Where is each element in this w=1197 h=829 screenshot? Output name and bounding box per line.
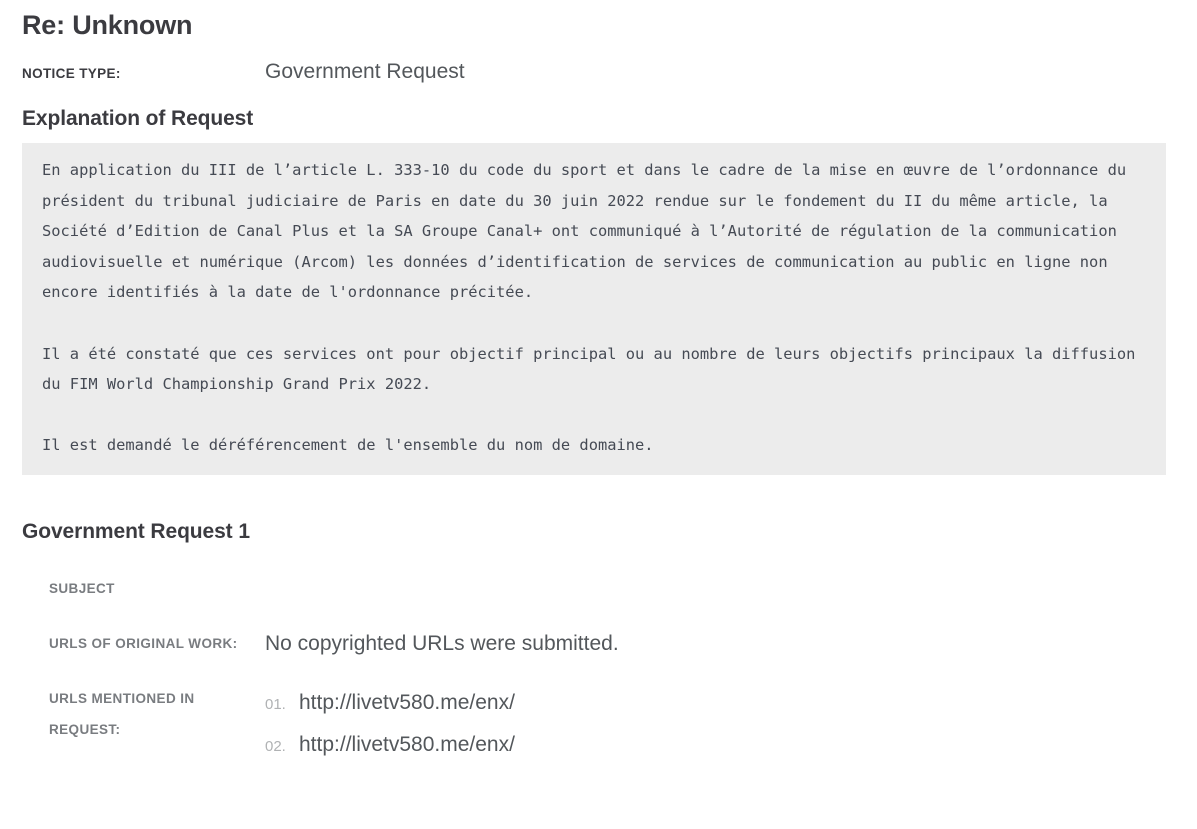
notice-page: Re: Unknown NOTICE TYPE: Government Requ… [0,0,1197,829]
explanation-heading: Explanation of Request [22,107,254,130]
notice-type-label: NOTICE TYPE: [22,66,121,81]
field-urls-original-work: URLS OF ORIGINAL WORK: No copyrighted UR… [49,628,1175,659]
url-list: 01. http://livetv580.me/enx/ 02. http://… [265,683,1175,767]
url-index: 02. [265,737,286,755]
page-title: Re: Unknown [22,10,193,40]
field-subject: SUBJECT [49,573,1175,604]
list-item: 02. http://livetv580.me/enx/ [265,725,1175,767]
list-item: 01. http://livetv580.me/enx/ [265,683,1175,725]
field-urls-mentioned-in-request: URLS MENTIONED IN REQUEST: 01. http://li… [49,683,1175,767]
notice-type-value: Government Request [265,60,465,83]
explanation-text: En application du III de l’article L. 33… [42,161,1136,455]
url-index: 01. [265,695,286,713]
request-fields: SUBJECT URLS OF ORIGINAL WORK: No copyri… [22,545,1175,767]
urls-mentioned-value: 01. http://livetv580.me/enx/ 02. http://… [265,683,1175,767]
url-link[interactable]: http://livetv580.me/enx/ [299,683,515,723]
urls-original-work-label: URLS OF ORIGINAL WORK: [49,635,238,651]
urls-mentioned-label: URLS MENTIONED IN REQUEST: [49,690,195,737]
government-request-heading: Government Request 1 [22,519,250,543]
subject-label: SUBJECT [49,580,115,596]
notice-type-row: NOTICE TYPE: Government Request [22,60,1175,84]
url-link[interactable]: http://livetv580.me/enx/ [299,725,515,765]
urls-original-work-value: No copyrighted URLs were submitted. [265,631,619,655]
explanation-block: En application du III de l’article L. 33… [22,143,1166,475]
